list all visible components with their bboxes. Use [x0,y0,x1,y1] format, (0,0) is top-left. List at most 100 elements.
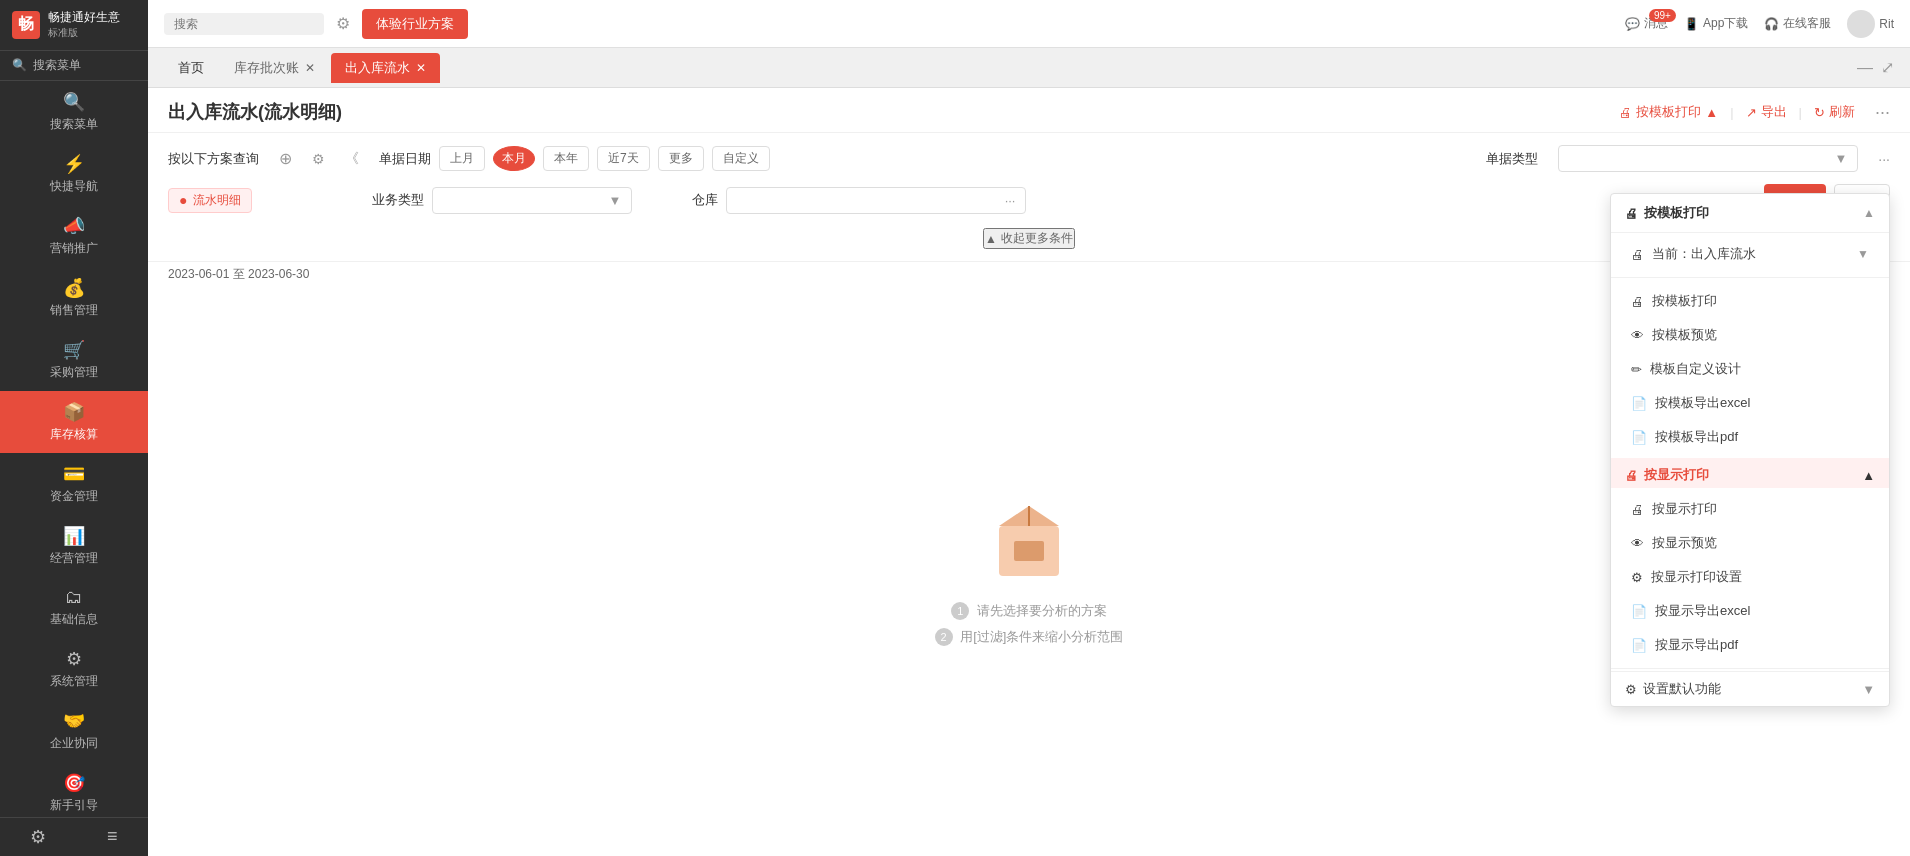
sidebar-search[interactable]: 🔍 搜索菜单 [0,51,148,81]
guide-icon: 🎯 [63,772,85,794]
industry-btn[interactable]: 体验行业方案 [362,9,468,39]
template-export-excel-item[interactable]: 📄 按模板导出excel [1611,386,1889,420]
empty-hint-2-text: 用[过滤]条件来缩小分析范围 [960,629,1123,644]
gear-icon[interactable]: ⚙ [336,14,350,33]
date-btn-custom[interactable]: 自定义 [712,146,770,171]
warehouse-select[interactable]: ··· [726,187,1026,214]
display-group-icon: 🖨 [1625,468,1638,483]
message-btn[interactable]: 💬 消息 99+ [1625,15,1668,32]
dropdown-footer[interactable]: ⚙ 设置默认功能 ▼ [1611,671,1889,706]
search-input[interactable] [164,13,324,35]
filter-tag-label: 流水明细 [193,192,241,209]
sidebar-item-guide[interactable]: 🎯 新手引导 [0,762,148,817]
tab-minimize-icon[interactable]: — [1857,59,1873,77]
sidebar-item-system[interactable]: ⚙ 系统管理 [0,638,148,700]
current-template-item[interactable]: 🖨 当前：出入库流水 ▼ [1611,237,1889,271]
date-btn-last-month[interactable]: 上月 [439,146,485,171]
filter-active-tag[interactable]: ● 流水明细 [168,188,252,213]
app-download-label: App下载 [1703,15,1748,32]
topbar-right: 💬 消息 99+ 📱 App下载 🎧 在线客服 Rit [1625,10,1894,38]
display-print-item[interactable]: 🖨 按显示打印 [1611,492,1889,526]
message-icon: 💬 [1625,17,1640,31]
date-btn-last-7[interactable]: 近7天 [597,146,650,171]
sidebar-item-shortcut[interactable]: ⚡ 快捷导航 [0,143,148,205]
display-print-label: 按显示打印 [1652,500,1717,518]
export-btn[interactable]: ↗ 导出 [1746,103,1787,121]
date-btn-more[interactable]: 更多 [658,146,704,171]
template-customize-item[interactable]: ✏ 模板自定义设计 [1611,352,1889,386]
tab-flow-close[interactable]: ✕ [416,61,426,75]
date-btn-current-month[interactable]: 本月 [493,146,535,171]
template-preview-item[interactable]: 👁 按模板预览 [1611,318,1889,352]
logo-sub: 标准版 [48,26,120,40]
expand-bottom-icon[interactable]: ≡ [107,826,118,848]
filter-collapse-icon[interactable]: 《 [345,150,359,168]
sidebar-item-operations[interactable]: 📊 经营管理 [0,515,148,577]
sidebar-item-sales[interactable]: 💰 销售管理 [0,267,148,329]
sidebar-item-label-search: 搜索菜单 [50,116,98,133]
tab-home[interactable]: 首页 [164,53,218,83]
more-options-icon[interactable]: ··· [1875,102,1890,123]
sidebar-item-finance[interactable]: 💳 资金管理 [0,453,148,515]
display-group-arrow-icon: ▲ [1862,468,1875,483]
display-settings-item[interactable]: ⚙ 按显示打印设置 [1611,560,1889,594]
date-range-value: 2023-06-01 至 2023-06-30 [168,267,309,281]
page-header: 出入库流水(流水明细) 🖨 按模板打印 ▲ | ↗ 导出 | ↻ [148,88,1910,133]
display-group-header[interactable]: 🖨 按显示打印 ▲ [1611,458,1889,488]
system-icon: ⚙ [66,648,82,670]
sidebar-item-marketing[interactable]: 📣 营销推广 [0,205,148,267]
type-more-icon[interactable]: ··· [1878,151,1890,167]
tab-batch[interactable]: 库存批次账 ✕ [220,53,329,83]
biz-type-select[interactable]: ▼ [432,187,632,214]
template-section: 🖨 按模板打印 👁 按模板预览 ✏ 模板自定义设计 📄 按模板导出excel [1611,280,1889,458]
filter-add-icon[interactable]: ⊕ [279,149,292,168]
date-filter: 单据日期 上月 本月 本年 近7天 更多 自定义 [379,146,770,171]
template-print-label: 按模板打印 [1652,292,1717,310]
tabbar: 首页 库存批次账 ✕ 出入库流水 ✕ — ⤢ [148,48,1910,88]
dropdown-header-arrow-icon[interactable]: ▲ [1863,206,1875,220]
empty-hint-2: 2 用[过滤]条件来缩小分析范围 [935,628,1124,646]
template-export-pdf-label: 按模板导出pdf [1655,428,1738,446]
type-caret-icon: ▼ [1834,151,1847,166]
user-avatar-btn[interactable]: Rit [1847,10,1894,38]
type-label: 单据类型 [1486,150,1538,168]
dropdown-header: 🖨 按模板打印 ▲ [1611,194,1889,233]
sidebar-item-inventory[interactable]: 📦 库存核算 [0,391,148,453]
display-export-pdf-item[interactable]: 📄 按显示导出pdf [1611,628,1889,662]
type-select[interactable]: ▼ [1558,145,1858,172]
template-export-pdf-item[interactable]: 📄 按模板导出pdf [1611,420,1889,454]
sidebar-item-purchase[interactable]: 🛒 采购管理 [0,329,148,391]
display-export-excel-item[interactable]: 📄 按显示导出excel [1611,594,1889,628]
shortcut-icon: ⚡ [63,153,85,175]
online-service-btn[interactable]: 🎧 在线客服 [1764,15,1831,32]
collapse-btn[interactable]: ▲ 收起更多条件 [983,228,1075,249]
refresh-btn[interactable]: ↻ 刷新 [1814,103,1855,121]
biz-type-caret-icon: ▼ [609,193,622,208]
sidebar-item-search[interactable]: 🔍 搜索菜单 [0,81,148,143]
print-btn[interactable]: 🖨 按模板打印 ▲ [1619,103,1718,121]
export-icon: ↗ [1746,105,1757,120]
template-print-item[interactable]: 🖨 按模板打印 [1611,284,1889,318]
tab-flow[interactable]: 出入库流水 ✕ [331,53,440,83]
footer-arrow-icon: ▼ [1862,682,1875,697]
filter-settings-icon[interactable]: ⚙ [312,151,325,167]
sidebar-item-label-purchase: 采购管理 [50,364,98,381]
footer-title: ⚙ 设置默认功能 [1625,680,1721,698]
tab-maximize-icon[interactable]: ⤢ [1881,58,1894,77]
divider-1 [1611,277,1889,278]
message-badge: 99+ [1649,9,1676,22]
tab-batch-close[interactable]: ✕ [305,61,315,75]
topbar: ⚙ 体验行业方案 💬 消息 99+ 📱 App下载 🎧 在线客服 [148,0,1910,48]
sidebar-item-basic[interactable]: 🗂 基础信息 [0,577,148,638]
display-preview-item[interactable]: 👁 按显示预览 [1611,526,1889,560]
refresh-label: 刷新 [1829,103,1855,121]
date-btn-current-year[interactable]: 本年 [543,146,589,171]
sidebar-item-corp[interactable]: 🤝 企业协同 [0,700,148,762]
divider-2 [1611,668,1889,669]
app-download-btn[interactable]: 📱 App下载 [1684,15,1748,32]
current-caret-icon: ▼ [1857,247,1869,261]
sidebar-item-label-corp: 企业协同 [50,735,98,752]
settings-bottom-icon[interactable]: ⚙ [30,826,46,848]
print-label: 按模板打印 [1636,103,1701,121]
warehouse-caret-icon: ··· [1005,193,1016,208]
